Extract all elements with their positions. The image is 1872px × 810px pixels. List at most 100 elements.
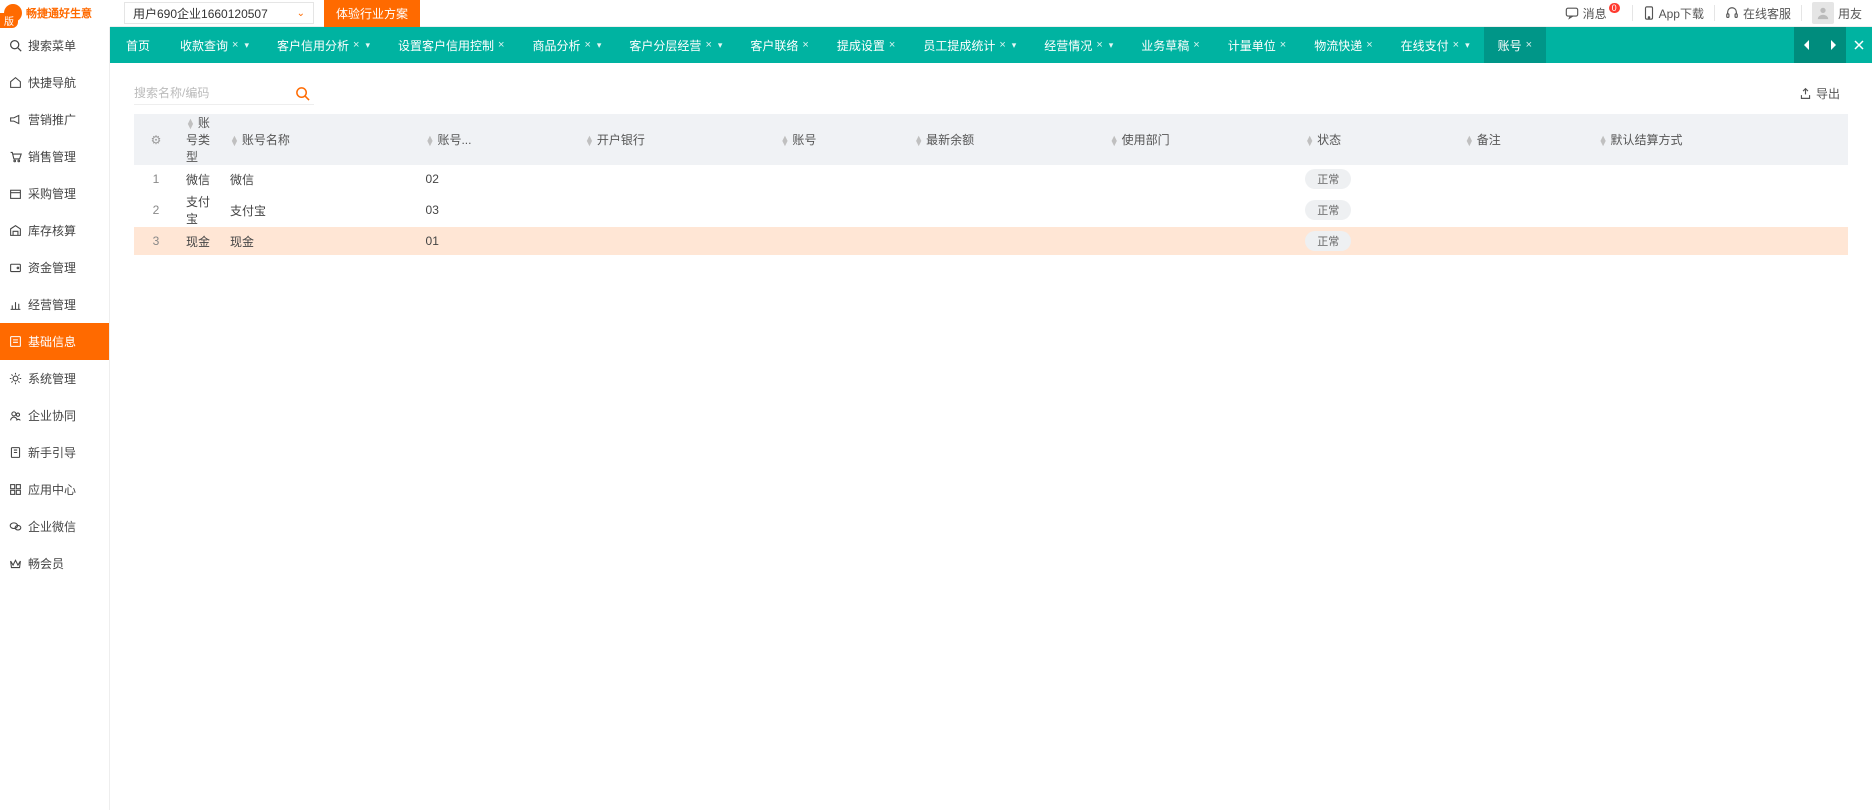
sidebar-item-13[interactable]: 企业微信 xyxy=(0,508,109,545)
toolbar: 导出 xyxy=(110,63,1872,114)
sidebar-item-3[interactable]: 销售管理 xyxy=(0,138,109,175)
close-icon[interactable]: × xyxy=(1193,39,1199,51)
column-header-8[interactable]: ▲▼状态 xyxy=(1297,114,1457,165)
sidebar-item-label: 搜索菜单 xyxy=(28,37,76,54)
close-icon[interactable]: × xyxy=(1366,39,1372,51)
sidebar-item-label: 经营管理 xyxy=(28,296,76,313)
column-header-4[interactable]: ▲▼开户银行 xyxy=(577,114,773,165)
apps-icon xyxy=(8,483,22,497)
tab-6[interactable]: 客户联络× xyxy=(736,27,822,63)
content-area: 首页收款查询×客户信用分析×设置客户信用控制×商品分析×客户分层经营×客户联络×… xyxy=(110,27,1872,810)
column-label: 账号 xyxy=(792,133,816,147)
sidebar-item-5[interactable]: 库存核算 xyxy=(0,212,109,249)
tab-12[interactable]: 物流快递× xyxy=(1300,27,1386,63)
close-icon[interactable]: × xyxy=(705,39,711,51)
table-row[interactable]: 3现金现金01正常 xyxy=(134,227,1848,255)
sidebar-item-0[interactable]: 搜索菜单 xyxy=(0,27,109,64)
sidebar-item-2[interactable]: 营销推广 xyxy=(0,101,109,138)
column-header-5[interactable]: ▲▼账号 xyxy=(773,114,907,165)
tab-5[interactable]: 客户分层经营 × xyxy=(615,27,736,63)
tab-14[interactable]: 账号 × xyxy=(1484,27,1546,63)
close-icon[interactable]: × xyxy=(889,39,895,51)
tab-10[interactable]: 业务草稿× xyxy=(1127,27,1213,63)
accounts-table: ⚙▲▼账号类型▲▼账号名称▲▼账号...▲▼开户银行▲▼账号▲▼最新余额▲▼使用… xyxy=(134,114,1848,255)
company-selector[interactable]: 用户690企业1660120507 ⌄ xyxy=(124,2,314,24)
column-header-9[interactable]: ▲▼备注 xyxy=(1457,114,1591,165)
tab-4[interactable]: 商品分析× xyxy=(518,27,615,63)
sidebar-item-12[interactable]: 应用中心 xyxy=(0,471,109,508)
close-icon[interactable]: × xyxy=(232,39,238,51)
tabs-scroll-left[interactable] xyxy=(1794,27,1820,63)
sidebar-item-11[interactable]: 新手引导 xyxy=(0,434,109,471)
tab-11[interactable]: 计量单位× xyxy=(1214,27,1300,63)
sidebar-item-9[interactable]: 系统管理 xyxy=(0,360,109,397)
column-header-1[interactable]: ▲▼账号类型 xyxy=(178,114,222,165)
column-header-0[interactable]: ⚙ xyxy=(134,114,178,165)
column-label: 开户银行 xyxy=(597,133,645,147)
table-row[interactable]: 2支付宝支付宝03正常 xyxy=(134,193,1848,227)
tab-13[interactable]: 在线支付× xyxy=(1387,27,1484,63)
sidebar-item-label: 基础信息 xyxy=(28,333,76,350)
cell-balance xyxy=(906,165,1102,193)
column-label: 使用部门 xyxy=(1122,133,1170,147)
cell-code: 03 xyxy=(418,193,577,227)
close-icon[interactable]: × xyxy=(1453,39,1459,51)
table-row[interactable]: 1微信微信02正常 xyxy=(134,165,1848,193)
tab-2[interactable]: 客户信用分析× xyxy=(263,27,384,63)
tab-label: 账号 xyxy=(1498,37,1522,54)
sidebar-item-4[interactable]: 采购管理 xyxy=(0,175,109,212)
sidebar-item-14[interactable]: 畅会员 xyxy=(0,545,109,582)
row-index: 2 xyxy=(134,193,178,227)
sidebar-item-6[interactable]: 资金管理 xyxy=(0,249,109,286)
sidebar-item-7[interactable]: 经营管理 xyxy=(0,286,109,323)
sort-icon: ▲▼ xyxy=(1465,136,1474,146)
column-header-6[interactable]: ▲▼最新余额 xyxy=(906,114,1102,165)
column-header-7[interactable]: ▲▼使用部门 xyxy=(1102,114,1298,165)
tab-label: 提成设置 xyxy=(837,37,885,54)
tab-7[interactable]: 提成设置 × xyxy=(823,27,909,63)
tab-8[interactable]: 员工提成统计× xyxy=(909,27,1030,63)
close-icon[interactable]: × xyxy=(353,39,359,51)
sidebar-item-1[interactable]: 快捷导航 xyxy=(0,64,109,101)
cell-name: 支付宝 xyxy=(222,193,418,227)
close-icon[interactable]: × xyxy=(1280,39,1286,51)
chevron-down-icon: ⌄ xyxy=(297,8,305,19)
close-icon[interactable]: × xyxy=(1096,39,1102,51)
export-button[interactable]: 导出 xyxy=(1791,81,1848,106)
cart-icon xyxy=(8,150,22,164)
export-icon xyxy=(1799,87,1812,100)
close-icon[interactable]: × xyxy=(999,39,1005,51)
app-download-link[interactable]: App下载 xyxy=(1633,0,1714,27)
close-icon[interactable]: × xyxy=(584,39,590,51)
sidebar-item-8[interactable]: 基础信息 xyxy=(0,323,109,360)
tabs-close-all[interactable] xyxy=(1846,27,1872,63)
search-input[interactable] xyxy=(134,82,291,104)
tab-label: 客户分层经营 xyxy=(629,37,701,54)
column-header-2[interactable]: ▲▼账号名称 xyxy=(222,114,418,165)
online-service-link[interactable]: 在线客服 xyxy=(1715,0,1801,27)
user-menu[interactable]: 用友 xyxy=(1802,0,1872,27)
cell-type: 现金 xyxy=(178,227,222,255)
cell-status: 正常 xyxy=(1297,165,1457,193)
column-header-10[interactable]: ▲▼默认结算方式 xyxy=(1591,114,1848,165)
close-icon[interactable]: × xyxy=(498,39,504,51)
tab-9[interactable]: 经营情况× xyxy=(1030,27,1127,63)
sidebar-item-10[interactable]: 企业协同 xyxy=(0,397,109,434)
column-header-3[interactable]: ▲▼账号... xyxy=(418,114,577,165)
sidebar-item-label: 畅会员 xyxy=(28,555,64,572)
cell-remark xyxy=(1457,193,1591,227)
tabs-scroll-right[interactable] xyxy=(1820,27,1846,63)
close-icon[interactable]: × xyxy=(1526,39,1532,51)
tab-0[interactable]: 首页 xyxy=(110,27,166,63)
page-body: 导出 ⚙▲▼账号类型▲▼账号名称▲▼账号...▲▼开户银行▲▼账号▲▼最新余额▲… xyxy=(110,63,1872,810)
cell-acct xyxy=(773,193,907,227)
search-icon[interactable] xyxy=(291,86,314,101)
tab-1[interactable]: 收款查询× xyxy=(166,27,263,63)
status-badge: 正常 xyxy=(1305,231,1351,251)
message-link[interactable]: 消息 0 xyxy=(1555,0,1632,27)
tab-3[interactable]: 设置客户信用控制× xyxy=(384,27,518,63)
sort-icon: ▲▼ xyxy=(1599,136,1608,146)
wechat-icon xyxy=(8,520,22,534)
try-industry-button[interactable]: 体验行业方案 xyxy=(324,0,420,27)
close-icon[interactable]: × xyxy=(802,39,808,51)
